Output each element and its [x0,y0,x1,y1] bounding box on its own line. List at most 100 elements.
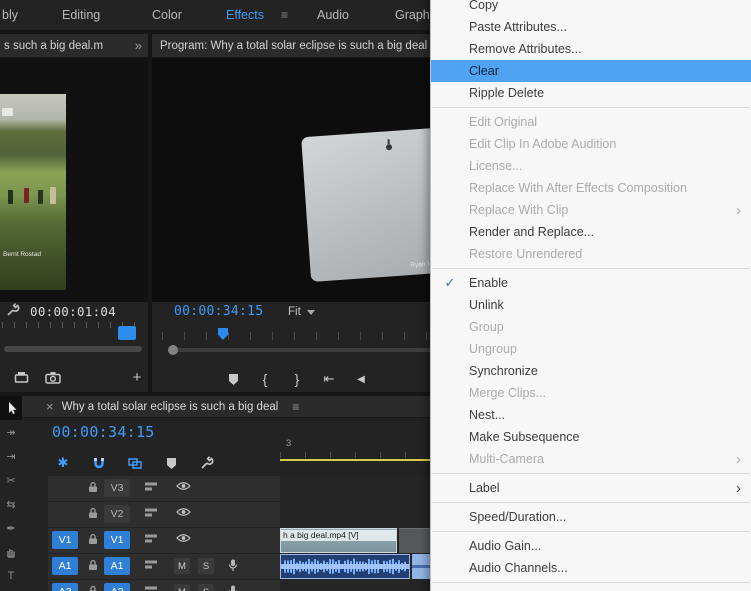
menu-item-synchronize[interactable]: Synchronize [431,360,751,382]
voiceover-record-mic-icon[interactable] [228,559,238,572]
track-target-a2[interactable]: A2 [104,583,130,591]
timeline-tab-title[interactable]: Why a total solar eclipse is such a big … [62,401,279,413]
menu-item-enable[interactable]: ✓Enable [431,272,751,294]
slip-tool[interactable]: ⇆ [0,492,22,516]
menu-item-clear[interactable]: Clear [431,60,751,82]
workspace-tab-color[interactable]: Color [152,0,182,30]
workspace-tab-audio[interactable]: Audio [317,0,349,30]
workspace-tab-editing[interactable]: Editing [62,0,100,30]
menu-item-ripple-delete[interactable]: Ripple Delete [431,82,751,104]
zoom-level-value: Fit [288,306,301,318]
timeline-settings-icon[interactable] [196,453,218,473]
sync-lock-icon[interactable] [144,559,158,570]
menu-item-speed-duration[interactable]: Speed/Duration... [431,506,751,528]
toggle-track-output-eye-icon[interactable] [176,481,191,491]
type-tool[interactable]: T [0,564,22,588]
menu-item-license: License... [431,155,751,177]
tab-overflow-chevrons[interactable]: » [135,38,148,53]
panel-menu-icon[interactable]: ≡ [292,400,299,414]
track-lock-icon[interactable] [88,559,98,571]
sync-lock-icon[interactable] [144,481,158,492]
audio-clip[interactable] [280,554,410,579]
zoom-level-select[interactable]: Fit [282,303,321,321]
add-marker-icon[interactable] [222,369,244,389]
insert-icon[interactable] [10,367,32,387]
source-timecode: 00:00:01:04 [30,304,116,319]
sync-lock-icon[interactable] [144,585,158,591]
track-lock-icon[interactable] [88,533,98,545]
source-patch-a1[interactable]: A1 [52,557,78,575]
menu-item-label: Ungroup [469,342,741,356]
menu-separator [432,107,750,108]
solo-button[interactable]: S [198,558,214,574]
razor-tool[interactable]: ✂ [0,468,22,492]
ripple-edit-tool[interactable]: ⇥ [0,444,22,468]
menu-item-label: Edit Original [469,115,741,129]
menu-item-remove-attributes[interactable]: Remove Attributes... [431,38,751,60]
toggle-track-output-eye-icon[interactable] [176,507,191,517]
menu-item-nest[interactable]: Nest... [431,404,751,426]
tools-panel: ↠⇥✂⇆✒ T [0,396,22,591]
video-clip[interactable]: h a big deal.mp4 [V] [280,528,397,553]
program-tab-title[interactable]: Program: Why a total solar eclipse is su… [152,40,427,52]
close-icon[interactable]: × [46,399,54,414]
menu-item-replace-with-after-effects-composition: Replace With After Effects Composition [431,177,751,199]
source-monitor-panel: s such a big deal.m » Bernt Rostad 00:00… [0,34,148,392]
step-back-icon[interactable]: ◀ [350,369,372,389]
linked-selection-icon[interactable] [124,453,146,473]
track-lock-icon[interactable] [88,481,98,493]
menu-item-paste-attributes[interactable]: Paste Attributes... [431,16,751,38]
pen-tool[interactable]: ✒ [0,516,22,540]
workspace-tab-effects[interactable]: Effects [226,0,264,30]
settings-wrench-icon[interactable] [6,303,20,317]
menu-separator [432,531,750,532]
button-editor-icon[interactable]: + [126,367,148,387]
mark-in-icon[interactable]: { [254,369,276,389]
menu-item-copy[interactable]: Copy [431,0,751,16]
menu-item-label[interactable]: Label› [431,477,751,499]
voiceover-record-mic-icon[interactable] [228,585,238,591]
solo-button[interactable]: S [198,584,214,591]
track-target-v2[interactable]: V2 [104,505,130,523]
context-menu: Copy Paste Attributes... Remove Attributes… [430,0,751,591]
track-select-forward-tool[interactable]: ↠ [0,420,22,444]
nest-toggle-icon[interactable]: ✱ [52,453,74,473]
sync-lock-icon[interactable] [144,507,158,518]
menu-item-unlink[interactable]: Unlink [431,294,751,316]
source-tab-title[interactable]: s such a big deal.m [0,40,103,52]
menu-item-audio-gain[interactable]: Audio Gain... [431,535,751,557]
hand-tool[interactable] [0,540,22,564]
workspace-menu-icon[interactable]: ≡ [281,0,288,30]
mute-button[interactable]: M [174,584,190,591]
menu-item-ungroup: Ungroup [431,338,751,360]
source-playhead-handle[interactable] [118,326,136,340]
program-timecode: 00:00:34:15 [174,304,263,319]
track-target-v1[interactable]: V1 [104,531,130,549]
add-marker-icon[interactable] [160,453,182,473]
toggle-track-output-eye-icon[interactable] [176,533,191,543]
source-patch-v1[interactable]: V1 [52,531,78,549]
mark-out-icon[interactable]: } [286,369,308,389]
menu-item-audio-channels[interactable]: Audio Channels... [431,557,751,579]
menu-item-edit-original: Edit Original [431,111,751,133]
track-lock-icon[interactable] [88,585,98,591]
mute-button[interactable]: M [174,558,190,574]
source-patch-a2[interactable]: A2 [52,583,78,591]
track-lock-icon[interactable] [88,507,98,519]
menu-item-label: Remove Attributes... [469,42,741,56]
export-frame-icon[interactable] [42,367,64,387]
selection-tool[interactable] [0,396,22,420]
workspace-tab-bly[interactable]: bly [2,0,18,30]
source-zoom-scrollbar[interactable] [4,346,142,352]
menu-item-label: Copy [469,0,741,12]
scrollbar-knob-left[interactable] [168,345,178,355]
go-to-in-icon[interactable]: ⇤ [318,369,340,389]
menu-item-make-subsequence[interactable]: Make Subsequence [431,426,751,448]
menu-item-render-and-replace[interactable]: Render and Replace... [431,221,751,243]
track-header-v2: V2 [48,502,280,527]
program-transport-toolbar: {} ⇤ ◀ [222,368,372,390]
track-target-v3[interactable]: V3 [104,479,130,497]
sync-lock-icon[interactable] [144,533,158,544]
track-target-a1[interactable]: A1 [104,557,130,575]
snap-icon[interactable] [88,453,110,473]
